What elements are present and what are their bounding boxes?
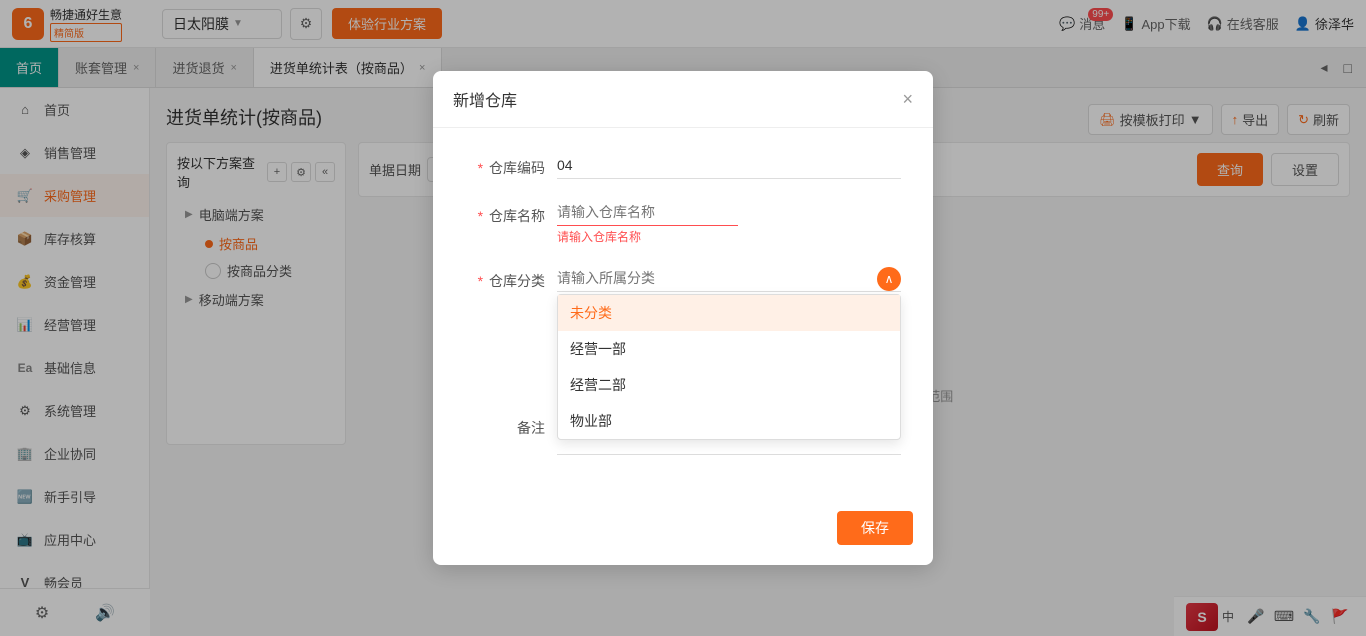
code-form-row: * 仓库编码 bbox=[465, 152, 901, 179]
option-unclassified[interactable]: 未分类 bbox=[558, 295, 900, 331]
name-form-row: * 仓库名称 请输入仓库名称 bbox=[465, 199, 901, 245]
category-dropdown-wrap: ∧ 未分类 经营一部 经营二部 物业部 bbox=[557, 265, 901, 292]
name-input[interactable] bbox=[557, 199, 738, 226]
dialog-footer: 保存 bbox=[433, 499, 933, 565]
dialog-close-button[interactable]: × bbox=[902, 89, 913, 110]
category-form-row: * 仓库分类 ∧ 未分类 经营一部 经营二部 物业部 bbox=[465, 265, 901, 292]
name-error-msg: 请输入仓库名称 bbox=[557, 230, 641, 244]
dialog-body: * 仓库编码 * 仓库名称 请输入仓库名称 * bbox=[433, 128, 933, 499]
name-label: * 仓库名称 bbox=[465, 200, 545, 226]
option-dept2[interactable]: 经营二部 bbox=[558, 367, 900, 403]
category-label: * 仓库分类 bbox=[465, 265, 545, 291]
category-dropdown-list: 未分类 经营一部 经营二部 物业部 bbox=[557, 294, 901, 440]
code-input[interactable] bbox=[557, 152, 901, 179]
dropdown-toggle-button[interactable]: ∧ bbox=[877, 267, 901, 291]
new-warehouse-dialog: 新增仓库 × * 仓库编码 * 仓库名称 请输入仓库名称 bbox=[433, 71, 933, 565]
note-label: 备注 bbox=[465, 412, 545, 438]
option-property[interactable]: 物业部 bbox=[558, 403, 900, 439]
category-input[interactable] bbox=[557, 265, 901, 292]
dialog-header: 新增仓库 × bbox=[433, 71, 933, 128]
save-button[interactable]: 保存 bbox=[837, 511, 913, 545]
option-dept1[interactable]: 经营一部 bbox=[558, 331, 900, 367]
dialog-title: 新增仓库 bbox=[453, 87, 517, 111]
name-input-wrap bbox=[557, 199, 901, 226]
code-label: * 仓库编码 bbox=[465, 152, 545, 178]
